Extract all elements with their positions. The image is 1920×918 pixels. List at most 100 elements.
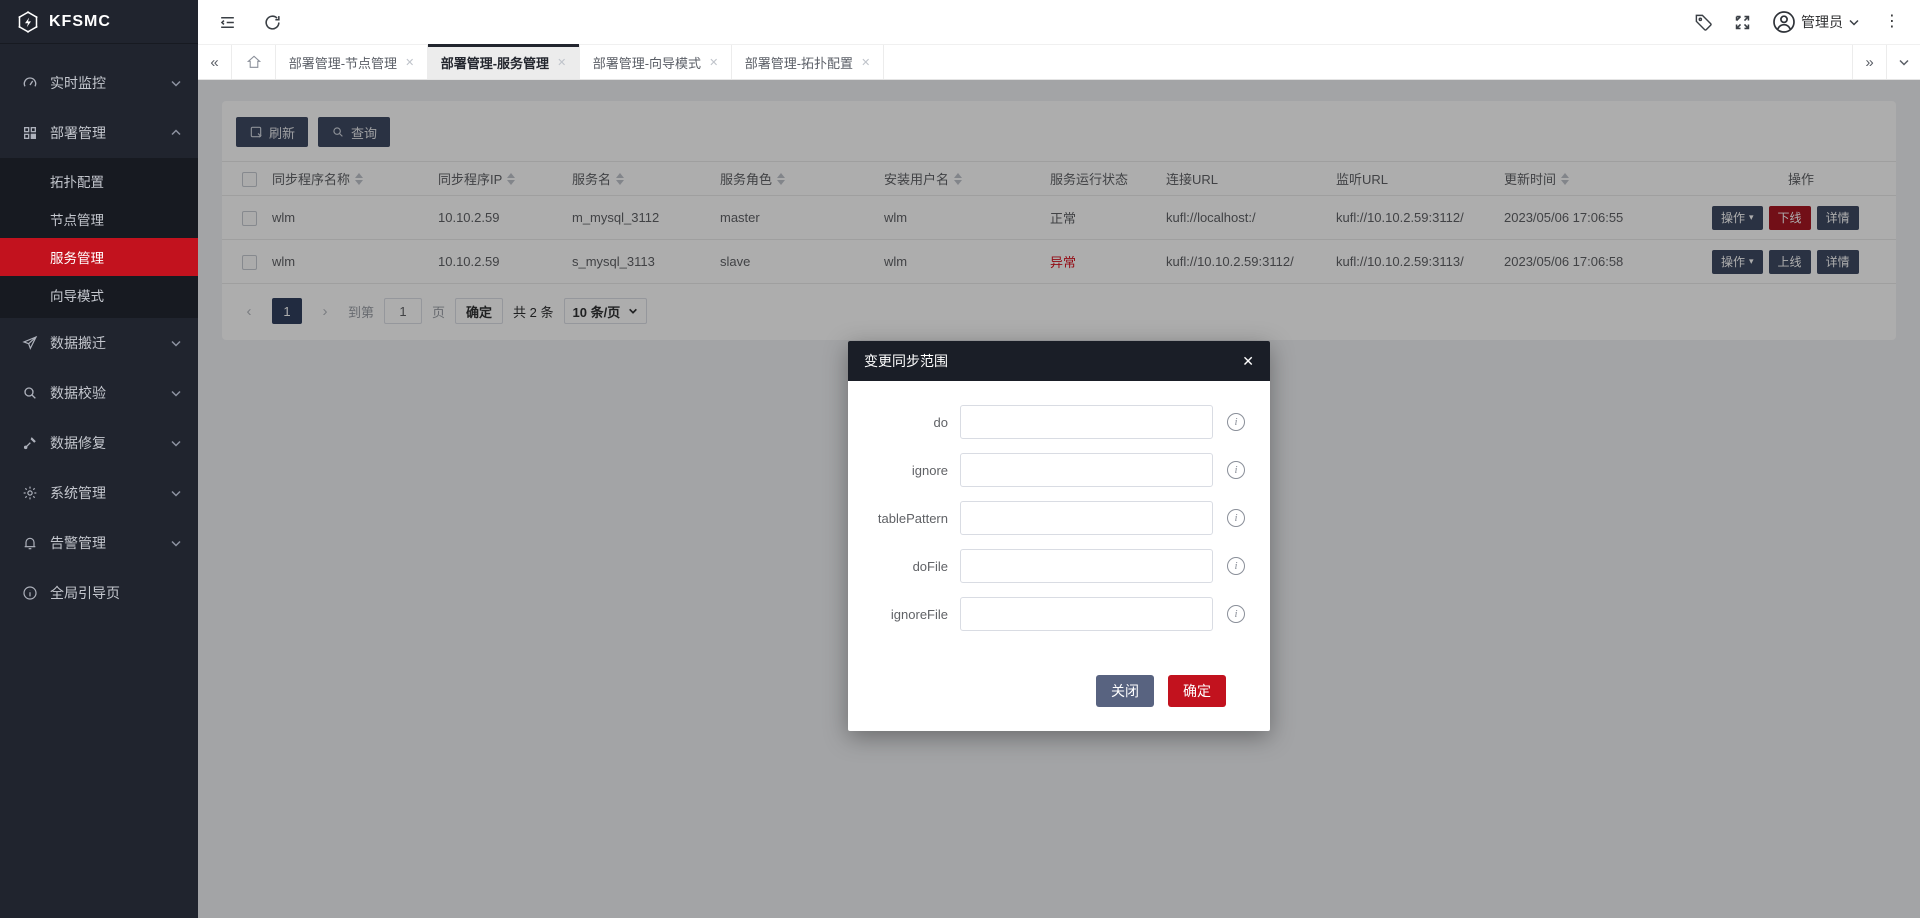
sidebar-item-data-repair[interactable]: 数据修复	[0, 418, 198, 468]
sidebar-item-topology-config[interactable]: 拓扑配置	[0, 162, 198, 200]
info-icon[interactable]: i	[1227, 509, 1245, 527]
tabbar: « 部署管理-节点管理 ✕ 部署管理-服务管理 ✕ 部署管理-向导模式 ✕ 部署…	[198, 44, 1920, 80]
fullscreen-icon[interactable]	[1733, 13, 1752, 32]
brand-logo: KFSMC	[0, 0, 198, 44]
tools-icon	[22, 435, 38, 451]
field-label: do	[933, 414, 948, 430]
deploy-grid-icon	[22, 125, 38, 141]
close-icon[interactable]: ✕	[1242, 353, 1254, 370]
sidebar-item-label: 部署管理	[50, 125, 106, 141]
info-icon[interactable]: i	[1227, 605, 1245, 623]
chevron-down-icon	[170, 487, 182, 499]
gear-icon	[22, 485, 38, 501]
field-label: ignoreFile	[890, 606, 948, 622]
tab-label: 部署管理-向导模式	[592, 55, 702, 71]
ignore-file-input[interactable]	[960, 597, 1213, 631]
field-row-do: do i	[848, 405, 1270, 439]
sidebar-item-alarm-manage[interactable]: 告警管理	[0, 518, 198, 568]
field-row-do-file: doFile i	[848, 549, 1270, 583]
sidebar-item-label: 数据修复	[50, 435, 106, 451]
tabs-menu-icon[interactable]	[1886, 45, 1920, 79]
sub-item-label: 向导模式	[50, 289, 104, 304]
info-icon[interactable]: i	[1227, 461, 1245, 479]
close-icon[interactable]: ✕	[709, 56, 718, 69]
tab-wizard-mode[interactable]: 部署管理-向导模式 ✕	[580, 45, 732, 79]
close-icon[interactable]: ✕	[557, 56, 566, 69]
sidebar-item-label: 系统管理	[50, 485, 106, 501]
modal-close-button[interactable]: 关闭	[1096, 675, 1154, 707]
sidebar-item-label: 数据校验	[50, 385, 106, 401]
sub-item-label: 节点管理	[50, 213, 104, 228]
sidebar-nav: 实时监控 部署管理 拓扑配置 节点管理 服务管理 向导模式 数据搬迁 数据校验 …	[0, 44, 198, 918]
field-label: tablePattern	[877, 510, 948, 526]
sidebar-item-global-guide[interactable]: 全局引导页	[0, 568, 198, 618]
chevron-down-icon	[170, 437, 182, 449]
tag-icon[interactable]	[1694, 13, 1713, 32]
topbar: 管理员 ⋮	[198, 0, 1920, 44]
sidebar-item-realtime-monitor[interactable]: 实时监控	[0, 58, 198, 108]
chevron-up-icon	[170, 127, 182, 139]
sub-item-label: 拓扑配置	[50, 175, 104, 190]
field-row-ignore-file: ignoreFile i	[848, 597, 1270, 631]
info-icon[interactable]: i	[1227, 413, 1245, 431]
send-icon	[22, 335, 38, 351]
tabs-scroll-right-icon[interactable]: »	[1852, 45, 1886, 79]
sidebar-item-deploy-manage[interactable]: 部署管理	[0, 108, 198, 158]
field-row-table-pattern: tablePattern i	[848, 501, 1270, 535]
close-icon[interactable]: ✕	[861, 56, 870, 69]
tab-topology-config[interactable]: 部署管理-拓扑配置 ✕	[732, 45, 884, 79]
brand-name: KFSMC	[49, 12, 111, 30]
sidebar-item-label: 全局引导页	[50, 585, 120, 601]
sidebar-item-wizard-mode[interactable]: 向导模式	[0, 276, 198, 314]
do-input[interactable]	[960, 405, 1213, 439]
tabs-scroll-left-icon[interactable]: «	[198, 45, 232, 79]
tab-label: 部署管理-节点管理	[288, 55, 398, 71]
info-circle-icon	[22, 585, 38, 601]
avatar	[1772, 10, 1796, 34]
sidebar-item-data-verify[interactable]: 数据校验	[0, 368, 198, 418]
sidebar-item-label: 数据搬迁	[50, 335, 106, 351]
chevron-down-icon	[1848, 16, 1860, 28]
user-name: 管理员	[1801, 14, 1843, 30]
tab-service-manage[interactable]: 部署管理-服务管理 ✕	[428, 44, 580, 79]
sub-item-label: 服务管理	[50, 251, 104, 266]
sidebar-item-service-manage[interactable]: 服务管理	[0, 238, 198, 276]
search-icon	[22, 385, 38, 401]
sidebar-item-data-migration[interactable]: 数据搬迁	[0, 318, 198, 368]
modal-header: 变更同步范围 ✕	[848, 341, 1270, 381]
field-label: doFile	[912, 558, 948, 574]
sidebar-item-node-manage[interactable]: 节点管理	[0, 200, 198, 238]
close-icon[interactable]: ✕	[405, 56, 414, 69]
field-row-ignore: ignore i	[848, 453, 1270, 487]
sidebar-item-system-manage[interactable]: 系统管理	[0, 468, 198, 518]
do-file-input[interactable]	[960, 549, 1213, 583]
tab-label: 部署管理-服务管理	[440, 55, 550, 71]
tab-node-manage[interactable]: 部署管理-节点管理 ✕	[276, 45, 428, 79]
content-area: 刷新 查询 同步程序名称 同步程序IP 服务名 服务角色 安装用户名 服务运行状…	[198, 80, 1920, 918]
tab-label: 部署管理-拓扑配置	[744, 55, 854, 71]
app-root: KFSMC 实时监控 部署管理 拓扑配置 节点管理 服务管理 向导模式 数据搬迁…	[0, 0, 1920, 918]
more-options-icon[interactable]: ⋮	[1880, 12, 1904, 32]
modal-confirm-button[interactable]: 确定	[1168, 675, 1226, 707]
home-tab-icon[interactable]	[232, 45, 276, 79]
ignore-input[interactable]	[960, 453, 1213, 487]
main-column: 管理员 ⋮ « 部署管理-节点管理 ✕ 部署管理-服务管理 ✕ 部署管理-向导模…	[198, 0, 1920, 918]
field-label: ignore	[911, 462, 948, 478]
gauge-icon	[22, 75, 38, 91]
modal-body: do i ignore i tablePattern i doFile i ig…	[848, 381, 1270, 631]
sidebar-item-label: 告警管理	[50, 535, 106, 551]
info-icon[interactable]: i	[1227, 557, 1245, 575]
sidebar-collapse-icon[interactable]	[218, 13, 237, 32]
sidebar-submenu-deploy: 拓扑配置 节点管理 服务管理 向导模式	[0, 158, 198, 318]
tabbar-spacer	[884, 45, 1852, 79]
modal-title: 变更同步范围	[864, 353, 948, 369]
chevron-down-icon	[170, 77, 182, 89]
page-refresh-icon[interactable]	[263, 13, 282, 32]
modal-footer: 关闭 确定	[848, 645, 1270, 731]
change-sync-range-modal: 变更同步范围 ✕ do i ignore i tablePattern i do…	[848, 341, 1270, 731]
table-pattern-input[interactable]	[960, 501, 1213, 535]
user-menu[interactable]: 管理员	[1772, 10, 1860, 34]
chevron-down-icon	[170, 537, 182, 549]
brand-hexagon-icon	[18, 10, 38, 33]
chevron-down-icon	[170, 387, 182, 399]
